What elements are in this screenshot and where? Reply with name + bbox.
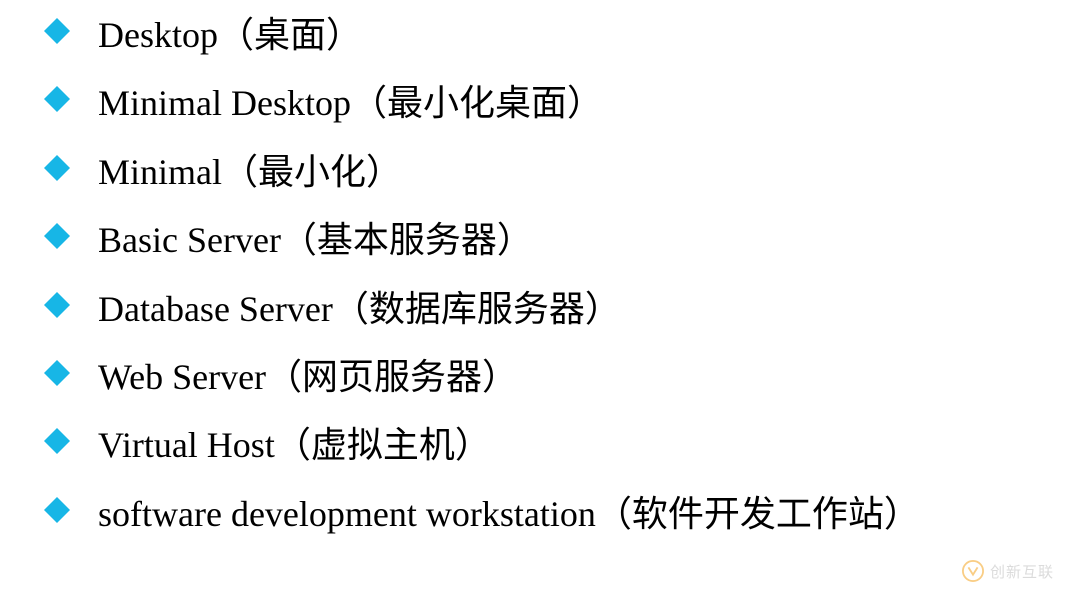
list-item-text: Virtual Host（虚拟主机） [98,420,491,470]
diamond-bullet-icon [44,155,70,181]
list-item-text: Desktop（桌面） [98,10,362,60]
list-item-text: Web Server（网页服务器） [98,352,518,402]
list-item: Web Server（网页服务器） [44,352,1006,402]
diamond-bullet-icon [44,223,70,249]
diamond-bullet-icon [44,292,70,318]
list-item: Basic Server（基本服务器） [44,215,1006,265]
watermark-logo-icon [962,560,984,582]
list-item-text: Database Server（数据库服务器） [98,284,621,334]
list-item: Desktop（桌面） [44,10,1006,60]
list-item-text: software development workstation（软件开发工作站… [98,489,920,539]
list-item: Database Server（数据库服务器） [44,284,1006,334]
list-item-text: Minimal（最小化） [98,147,402,197]
list-item: Minimal（最小化） [44,147,1006,197]
diamond-bullet-icon [44,497,70,523]
watermark: 创新互联 [962,560,1054,582]
list-item-text: Basic Server（基本服务器） [98,215,533,265]
diamond-bullet-icon [44,86,70,112]
list-item-text: Minimal Desktop（最小化桌面） [98,78,603,128]
diamond-bullet-icon [44,18,70,44]
diamond-bullet-icon [44,360,70,386]
watermark-text: 创新互联 [990,561,1054,582]
list-item: Minimal Desktop（最小化桌面） [44,78,1006,128]
list-item: Virtual Host（虚拟主机） [44,420,1006,470]
list-item: software development workstation（软件开发工作站… [44,489,1006,539]
diamond-bullet-icon [44,428,70,454]
bullet-list: Desktop（桌面） Minimal Desktop（最小化桌面） Minim… [0,10,1066,539]
